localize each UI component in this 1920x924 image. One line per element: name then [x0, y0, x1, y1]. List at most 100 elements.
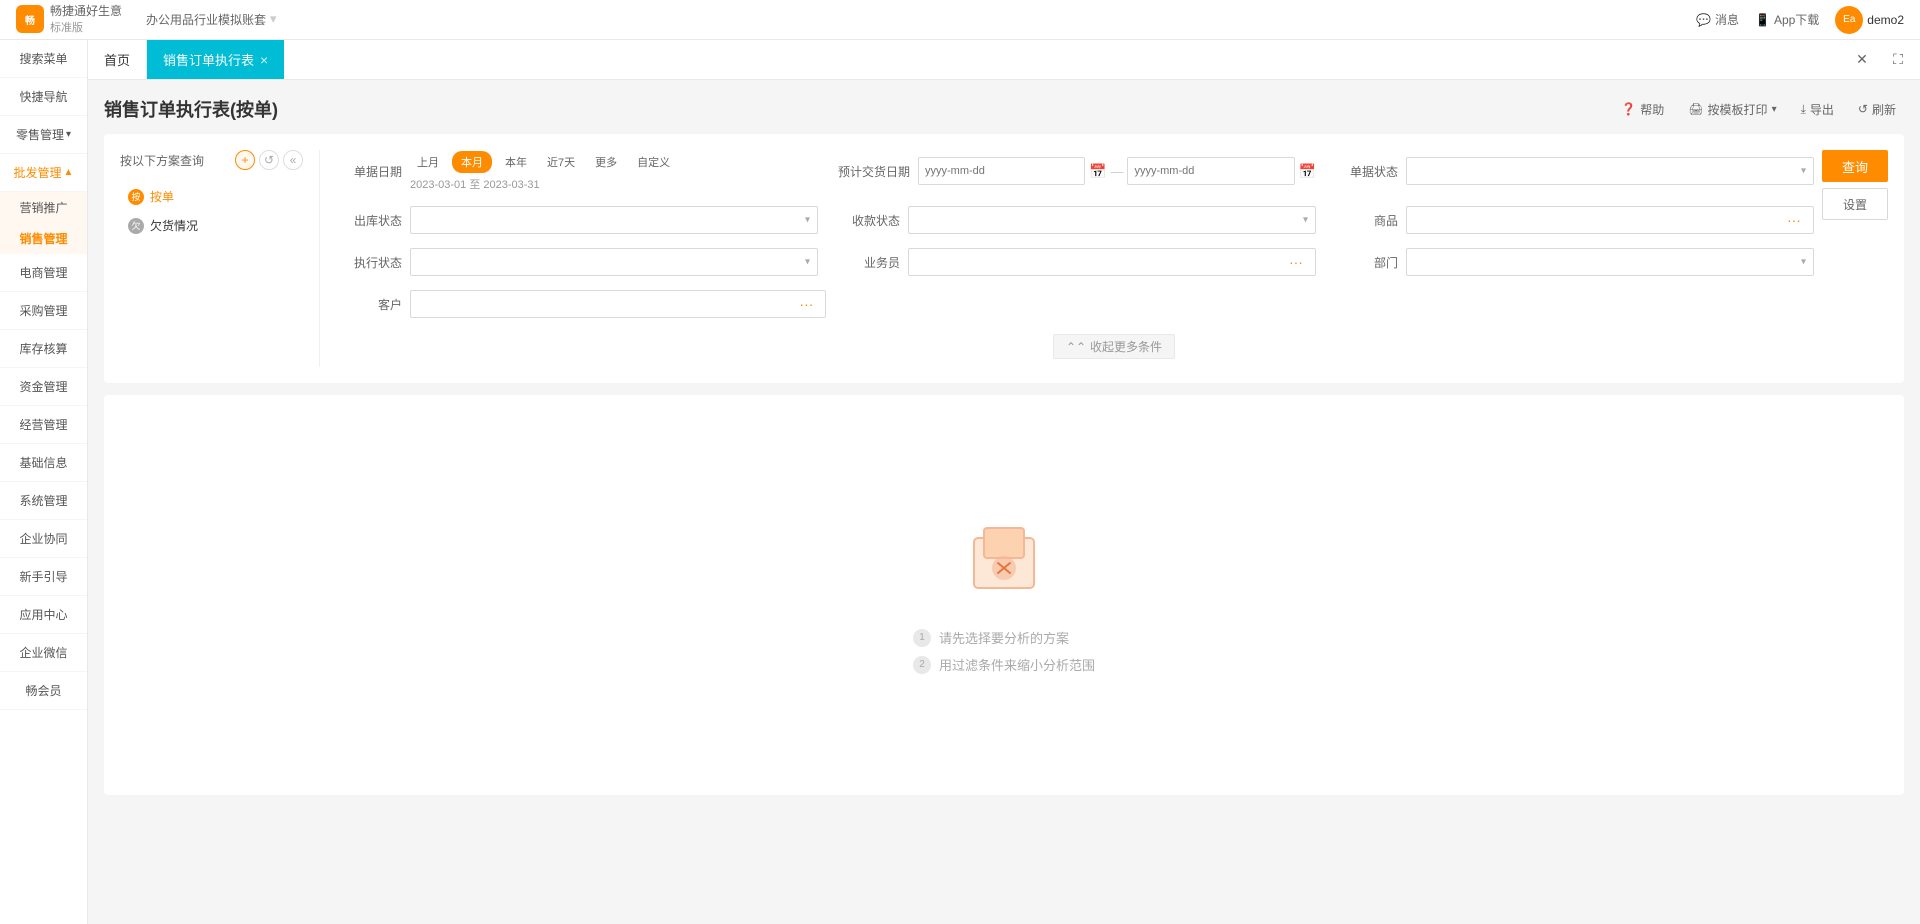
app-download-button[interactable]: 📱 App下载	[1755, 11, 1819, 28]
date-control: 上月 本月 本年 近7天 更多 自定义 2023-03-01 至 20	[410, 150, 818, 192]
quicknav-label: 快捷导航	[19, 90, 67, 104]
search-button[interactable]: 查询	[1822, 150, 1888, 182]
date-label: 单据日期	[340, 163, 410, 180]
sidebar-item-system[interactable]: 系统管理	[0, 482, 87, 520]
date-btn-custom[interactable]: 自定义	[630, 150, 677, 174]
sidebar-item-collab[interactable]: 企业协同	[0, 520, 87, 558]
breadcrumb: 办公用品行业模拟账套 ▾	[146, 11, 277, 28]
date-btn-this-month[interactable]: 本月	[452, 151, 492, 173]
help-icon: ❓	[1621, 102, 1636, 116]
customer-more-icon[interactable]: ···	[795, 296, 817, 312]
sidebar-item-wechat[interactable]: 企业微信	[0, 634, 87, 672]
salesperson-field: 业务员 ···	[838, 248, 1316, 276]
maximize-icon: ⛶	[1893, 51, 1903, 68]
department-select[interactable]	[1406, 248, 1814, 276]
sidebar-item-member[interactable]: 畅会员	[0, 672, 87, 710]
sidebar: 搜索菜单 快捷导航 零售管理 ▾ 批发管理 ▲ 营销推广 销售管理	[0, 40, 88, 924]
plan-option-按单[interactable]: 按 按单	[120, 182, 303, 211]
sidebar-item-search[interactable]: 搜索菜单	[0, 40, 87, 78]
sidebar-item-finance[interactable]: 资金管理	[0, 368, 87, 406]
print-button[interactable]: 🖨 按模板打印 ▾	[1680, 97, 1784, 122]
date-btn-prev-month[interactable]: 上月	[410, 150, 446, 174]
app-subtitle: 标准版	[50, 19, 122, 35]
print-arrow-icon: ▾	[1772, 104, 1777, 115]
app-name: 畅捷通好生意	[50, 4, 122, 18]
tab-home[interactable]: 首页	[88, 40, 147, 79]
refresh-plan-button[interactable]: ↺	[259, 150, 279, 170]
sidebar-item-purchase[interactable]: 采购管理	[0, 292, 87, 330]
calendar-end-icon[interactable]: 📅	[1299, 163, 1316, 180]
collection-status-select[interactable]	[908, 206, 1316, 234]
date-separator: —	[1110, 164, 1123, 179]
empty-step-1: 1 请先选择要分析的方案	[913, 628, 1095, 647]
sidebar-item-quicknav[interactable]: 快捷导航	[0, 78, 87, 116]
date-btn-more[interactable]: 更多	[588, 150, 624, 174]
delivery-status-field: 出库状态	[340, 206, 818, 234]
breadcrumb-arrow-icon[interactable]: ▾	[270, 11, 277, 27]
sidebar-item-newbie[interactable]: 新手引导	[0, 558, 87, 596]
department-field: 部门	[1336, 248, 1814, 276]
empty-state: 1 请先选择要分析的方案 2 用过滤条件来缩小分析范围	[913, 428, 1095, 762]
expected-delivery-end-input[interactable]	[1127, 157, 1294, 185]
filter-plan-panel: 按以下方案查询 + ↺ « 按 按单 欠	[120, 150, 320, 367]
page-content: 销售订单执行表(按单) ❓ 帮助 🖨 按模板打印 ▾ ⤓ 导出	[88, 80, 1920, 924]
print-icon: 🖨	[1688, 102, 1703, 116]
doc-status-control	[1406, 157, 1814, 185]
doc-status-select[interactable]	[1406, 157, 1814, 185]
user-name: demo2	[1867, 13, 1904, 27]
collection-status-control	[908, 206, 1316, 234]
refresh-button[interactable]: ↺ 刷新	[1850, 97, 1904, 122]
date-btn-this-year[interactable]: 本年	[498, 150, 534, 174]
sidebar-item-wholesale[interactable]: 批发管理 ▲	[0, 154, 87, 192]
collapse-plan-button[interactable]: «	[283, 150, 303, 170]
tab-active[interactable]: 销售订单执行表 ×	[147, 40, 284, 79]
plan-option-欠货情况[interactable]: 欠 欠货情况	[120, 211, 303, 240]
wholesale-arrow-icon: ▲	[64, 167, 74, 178]
maximize-button[interactable]: ⛶	[1884, 46, 1912, 74]
sidebar-item-basics[interactable]: 基础信息	[0, 444, 87, 482]
collapse-button[interactable]: ⌃⌃ 收起更多条件	[1053, 334, 1175, 359]
logo-area: 畅 畅捷通好生意 标准版	[16, 4, 122, 34]
date-btn-7days[interactable]: 近7天	[540, 150, 582, 174]
expected-delivery-start-input[interactable]	[918, 157, 1085, 185]
empty-step-2: 2 用过滤条件来缩小分析范围	[913, 655, 1095, 674]
customer-input[interactable]	[419, 297, 795, 311]
help-button[interactable]: ❓ 帮助	[1613, 97, 1672, 122]
exec-status-select[interactable]	[410, 248, 818, 276]
sidebar-item-operations[interactable]: 经营管理	[0, 406, 87, 444]
sidebar-item-marketing[interactable]: 营销推广	[0, 192, 87, 223]
sidebar-item-sales-mgmt[interactable]: 销售管理	[0, 223, 87, 254]
export-button[interactable]: ⤓ 导出	[1793, 97, 1842, 122]
filter-top-row: 按以下方案查询 + ↺ « 按 按单 欠	[120, 150, 1888, 367]
empty-steps: 1 请先选择要分析的方案 2 用过滤条件来缩小分析范围	[913, 628, 1095, 682]
salesperson-input[interactable]	[917, 255, 1285, 269]
table-area: 1 请先选择要分析的方案 2 用过滤条件来缩小分析范围	[104, 395, 1904, 795]
sidebar-item-retail[interactable]: 零售管理 ▾	[0, 116, 87, 154]
message-button[interactable]: 💬 消息	[1696, 11, 1739, 28]
department-control	[1406, 248, 1814, 276]
delivery-status-select[interactable]	[410, 206, 818, 234]
search-action-col: 查询 设置	[1814, 150, 1888, 220]
delivery-status-control	[410, 206, 818, 234]
user-area[interactable]: Ea demo2	[1835, 6, 1904, 34]
exec-status-control	[410, 248, 818, 276]
exec-status-field: 执行状态	[340, 248, 818, 276]
sidebar-item-appcenter[interactable]: 应用中心	[0, 596, 87, 634]
salesperson-more-icon[interactable]: ···	[1285, 254, 1307, 270]
close-window-button[interactable]: ✕	[1848, 46, 1876, 74]
goods-input[interactable]	[1415, 213, 1783, 227]
top-bar: 畅 畅捷通好生意 标准版 办公用品行业模拟账套 ▾ 💬 消息 📱 App下载 E…	[0, 0, 1920, 40]
calendar-start-icon[interactable]: 📅	[1089, 163, 1106, 180]
add-plan-button[interactable]: +	[235, 150, 255, 170]
plan-panel-actions: + ↺ «	[235, 150, 303, 170]
tab-close-icon[interactable]: ×	[260, 52, 268, 68]
page-title: 销售订单执行表(按单)	[104, 96, 278, 122]
goods-more-icon[interactable]: ···	[1783, 212, 1805, 228]
settings-button[interactable]: 设置	[1822, 188, 1888, 220]
filter-fields-panel: 单据日期 上月 本月 本年 近7天 更多	[320, 150, 1888, 367]
filter-panel: 按以下方案查询 + ↺ « 按 按单 欠	[104, 134, 1904, 383]
tab-actions: ✕ ⛶	[1848, 46, 1920, 74]
sidebar-item-inventory[interactable]: 库存核算	[0, 330, 87, 368]
search-menu-label: 搜索菜单	[19, 52, 67, 66]
sidebar-item-ecommerce[interactable]: 电商管理	[0, 254, 87, 292]
